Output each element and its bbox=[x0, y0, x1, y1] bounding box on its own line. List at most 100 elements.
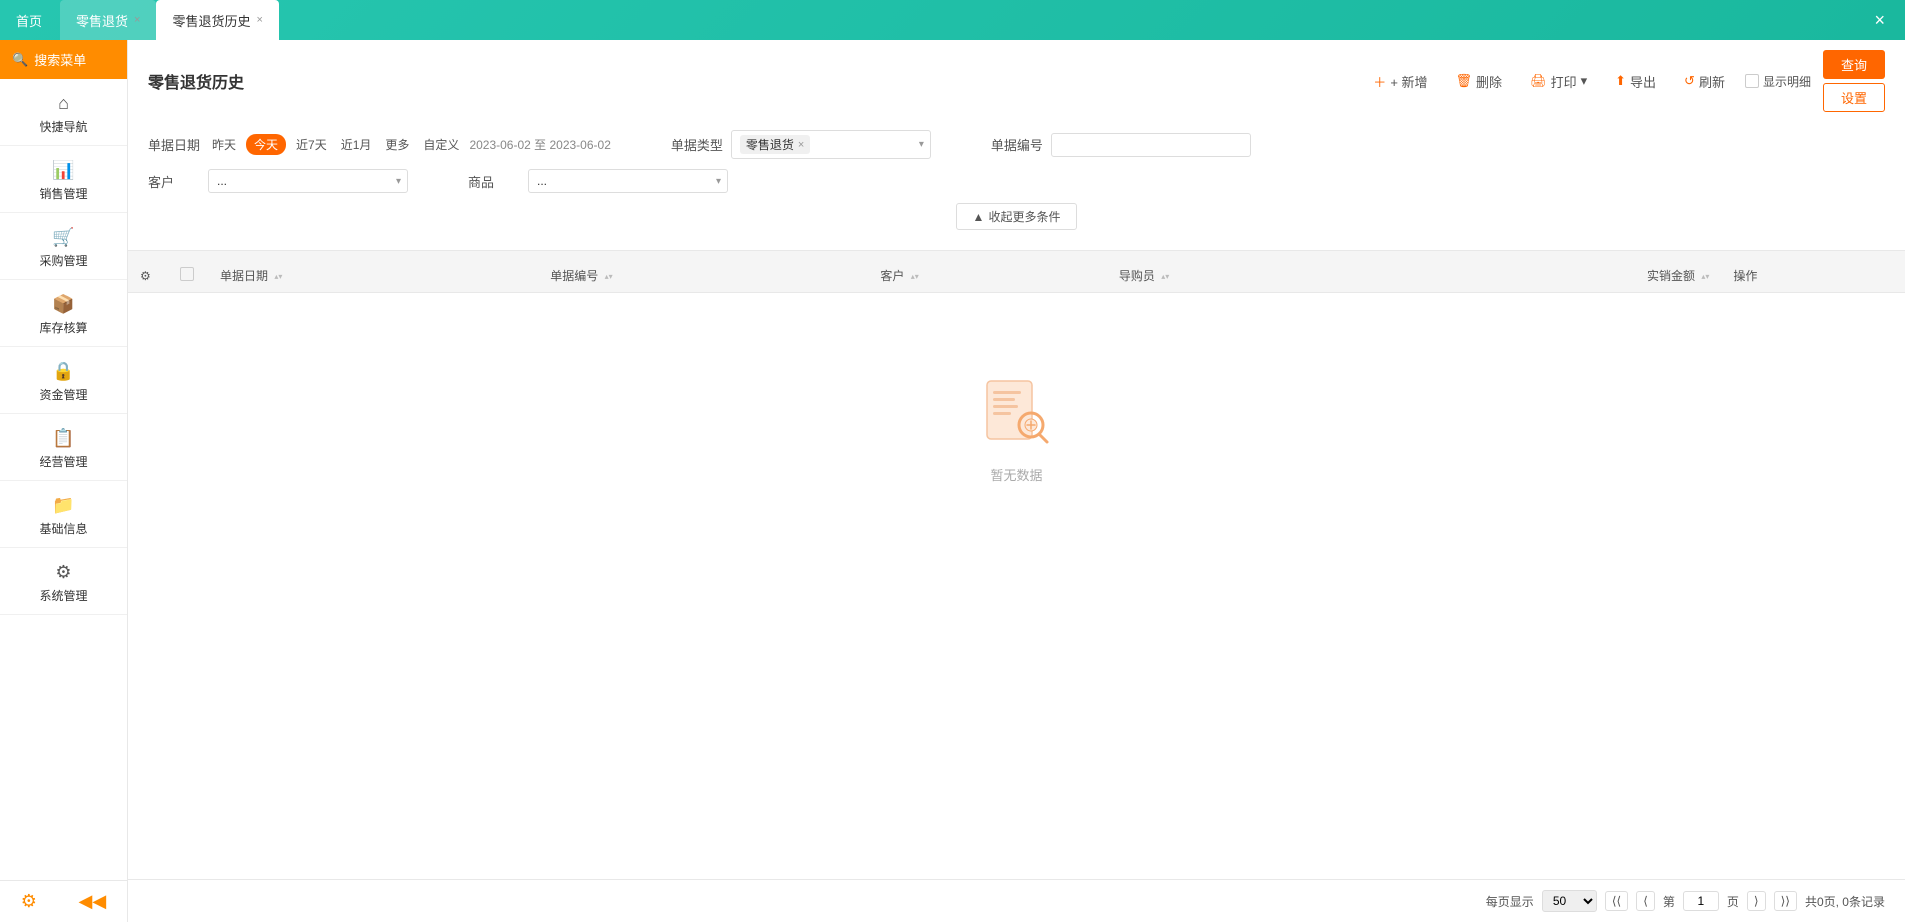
bill-type-select[interactable]: 零售退货 × ▾ bbox=[731, 130, 931, 159]
sidebar-audio-button[interactable]: ◀◀ bbox=[79, 891, 107, 912]
th-guide-sort: ▴▾ bbox=[1161, 273, 1169, 281]
refresh-button[interactable]: ↺ 刷新 bbox=[1676, 68, 1733, 95]
th-date[interactable]: 单据日期 ▴▾ bbox=[208, 259, 538, 293]
tab-retail-return-history[interactable]: 零售退货历史 × bbox=[156, 0, 278, 40]
date-filter-label: 单据日期 bbox=[148, 135, 208, 154]
bill-type-tag-remove[interactable]: × bbox=[798, 139, 804, 151]
new-button[interactable]: ＋ + 新增 bbox=[1365, 68, 1435, 95]
sidebar-item-base-info-label: 基础信息 bbox=[39, 520, 87, 537]
print-button[interactable]: 🖨 打印 ▾ bbox=[1522, 68, 1595, 95]
prev-page-button[interactable]: ⟨ bbox=[1636, 891, 1655, 911]
tab-retail-return-history-close[interactable]: × bbox=[256, 14, 262, 26]
bill-number-input[interactable] bbox=[1051, 133, 1251, 157]
export-button[interactable]: ⬆ 导出 bbox=[1607, 68, 1664, 95]
th-amount[interactable]: 实销金额 ▴▾ bbox=[1391, 259, 1721, 293]
tab-home[interactable]: 首页 bbox=[0, 0, 58, 40]
setting-button[interactable]: 设置 bbox=[1823, 83, 1885, 112]
sidebar-item-operation[interactable]: 📋 经营管理 bbox=[0, 414, 127, 481]
main-layout: 🔍 搜索菜单 ⌂ 快捷导航 📊 销售管理 🛒 采购管理 📦 库存核算 🔒 资金管… bbox=[0, 40, 1905, 922]
sidebar-settings-button[interactable]: ⚙ bbox=[21, 891, 37, 912]
page-header: 零售退货历史 ＋ + 新增 🗑 删除 🖨 打印 ▾ bbox=[128, 40, 1905, 251]
print-arrow-icon: ▾ bbox=[1581, 73, 1588, 89]
th-number-sort: ▴▾ bbox=[605, 273, 613, 281]
first-page-button[interactable]: ⟨⟨ bbox=[1605, 891, 1628, 911]
customer-select[interactable]: ... ▾ bbox=[208, 169, 408, 193]
table-header: ⚙ 单据日期 ▴▾ 单据编号 ▴▾ bbox=[128, 259, 1905, 293]
customer-placeholder: ... bbox=[217, 174, 227, 188]
collapse-row: ▲ 收起更多条件 bbox=[148, 203, 1885, 240]
refresh-label: 刷新 bbox=[1699, 72, 1725, 91]
query-button[interactable]: 查询 bbox=[1823, 50, 1885, 79]
page-header-top: 零售退货历史 ＋ + 新增 🗑 删除 🖨 打印 ▾ bbox=[148, 50, 1885, 112]
last-page-button[interactable]: ⟩⟩ bbox=[1774, 891, 1797, 911]
show-detail-toggle[interactable]: 显示明细 bbox=[1745, 73, 1811, 90]
sidebar-item-base-info[interactable]: 📁 基础信息 bbox=[0, 481, 127, 548]
sidebar-item-system[interactable]: ⚙ 系统管理 bbox=[0, 548, 127, 615]
th-guide[interactable]: 导购员 ▴▾ bbox=[1107, 259, 1391, 293]
date-option-today[interactable]: 今天 bbox=[246, 134, 286, 155]
filter-row-1: 单据日期 昨天 今天 近7天 近1月 更多 自定义 2023-06-02 至 2… bbox=[148, 130, 1885, 159]
refresh-icon: ↺ bbox=[1684, 73, 1695, 89]
sidebar-item-finance[interactable]: 🔒 资金管理 bbox=[0, 347, 127, 414]
print-icon: 🖨 bbox=[1530, 73, 1547, 89]
th-amount-sort: ▴▾ bbox=[1701, 273, 1709, 281]
export-icon: ⬆ bbox=[1615, 73, 1626, 89]
sidebar-item-sales[interactable]: 📊 销售管理 bbox=[0, 146, 127, 213]
date-option-1month[interactable]: 近1月 bbox=[337, 134, 376, 155]
customer-dropdown-arrow: ▾ bbox=[396, 176, 401, 187]
home-icon: ⌂ bbox=[58, 93, 69, 114]
show-detail-checkbox[interactable] bbox=[1745, 74, 1759, 88]
new-label: + 新增 bbox=[1390, 72, 1427, 91]
chart-icon: 📊 bbox=[52, 160, 74, 181]
folder-icon: 📁 bbox=[52, 495, 74, 516]
collapse-up-icon: ▲ bbox=[973, 210, 985, 224]
sidebar-search-label: 搜索菜单 bbox=[34, 50, 86, 69]
date-option-7days[interactable]: 近7天 bbox=[292, 134, 331, 155]
tab-retail-return-label: 零售退货 bbox=[76, 11, 128, 30]
page-number-input[interactable] bbox=[1683, 891, 1719, 911]
total-info: 共0页, 0条记录 bbox=[1805, 893, 1885, 910]
header-checkbox[interactable] bbox=[180, 267, 194, 281]
page-title: 零售退货历史 bbox=[148, 69, 244, 93]
sidebar-item-purchase[interactable]: 🛒 采购管理 bbox=[0, 213, 127, 280]
sidebar-item-sales-label: 销售管理 bbox=[39, 185, 87, 202]
delete-label: 删除 bbox=[1476, 72, 1502, 91]
th-number[interactable]: 单据编号 ▴▾ bbox=[538, 259, 868, 293]
date-option-yesterday[interactable]: 昨天 bbox=[208, 134, 240, 155]
filter-row-2: 客户 ... ▾ 商品 ... ▾ bbox=[148, 169, 1885, 193]
th-settings[interactable]: ⚙ bbox=[128, 259, 168, 293]
box-icon: 📦 bbox=[52, 294, 74, 315]
goods-select[interactable]: ... ▾ bbox=[528, 169, 728, 193]
tab-retail-return-close[interactable]: × bbox=[134, 14, 140, 26]
bill-number-filter-label: 单据编号 bbox=[991, 135, 1051, 154]
delete-button[interactable]: 🗑 删除 bbox=[1448, 68, 1511, 95]
th-amount-label: 实销金额 bbox=[1647, 269, 1695, 283]
date-option-custom[interactable]: 自定义 bbox=[419, 134, 463, 155]
content-area: 零售退货历史 ＋ + 新增 🗑 删除 🖨 打印 ▾ bbox=[128, 40, 1905, 922]
sidebar: 🔍 搜索菜单 ⌂ 快捷导航 📊 销售管理 🛒 采购管理 📦 库存核算 🔒 资金管… bbox=[0, 40, 128, 922]
sidebar-search[interactable]: 🔍 搜索菜单 bbox=[0, 40, 127, 79]
sidebar-item-quick-nav-label: 快捷导航 bbox=[39, 118, 87, 135]
sidebar-item-finance-label: 资金管理 bbox=[39, 386, 87, 403]
export-label: 导出 bbox=[1630, 72, 1656, 91]
date-option-more[interactable]: 更多 bbox=[381, 134, 413, 155]
page-size-select[interactable]: 50 20 100 bbox=[1542, 890, 1597, 912]
top-bar: 首页 零售退货 × 零售退货历史 × × bbox=[0, 0, 1905, 40]
empty-state: 暂无数据 bbox=[128, 293, 1905, 524]
window-close-button[interactable]: × bbox=[1866, 6, 1893, 35]
next-page-button[interactable]: ⟩ bbox=[1747, 891, 1766, 911]
date-range-display: 2023-06-02 至 2023-06-02 bbox=[469, 136, 610, 153]
tab-retail-return[interactable]: 零售退货 × bbox=[60, 0, 156, 40]
gear-icon: ⚙ bbox=[55, 562, 71, 583]
settings-icon[interactable]: ⚙ bbox=[140, 269, 151, 283]
th-customer[interactable]: 客户 ▴▾ bbox=[868, 259, 1106, 293]
th-checkbox[interactable] bbox=[168, 259, 208, 293]
cart-icon: 🛒 bbox=[52, 227, 74, 248]
search-icon: 🔍 bbox=[12, 52, 28, 68]
sidebar-item-purchase-label: 采购管理 bbox=[39, 252, 87, 269]
new-icon: ＋ bbox=[1373, 72, 1386, 91]
collapse-button[interactable]: ▲ 收起更多条件 bbox=[956, 203, 1078, 230]
sidebar-item-quick-nav[interactable]: ⌂ 快捷导航 bbox=[0, 79, 127, 146]
sidebar-item-inventory[interactable]: 📦 库存核算 bbox=[0, 280, 127, 347]
empty-illustration bbox=[977, 373, 1057, 453]
